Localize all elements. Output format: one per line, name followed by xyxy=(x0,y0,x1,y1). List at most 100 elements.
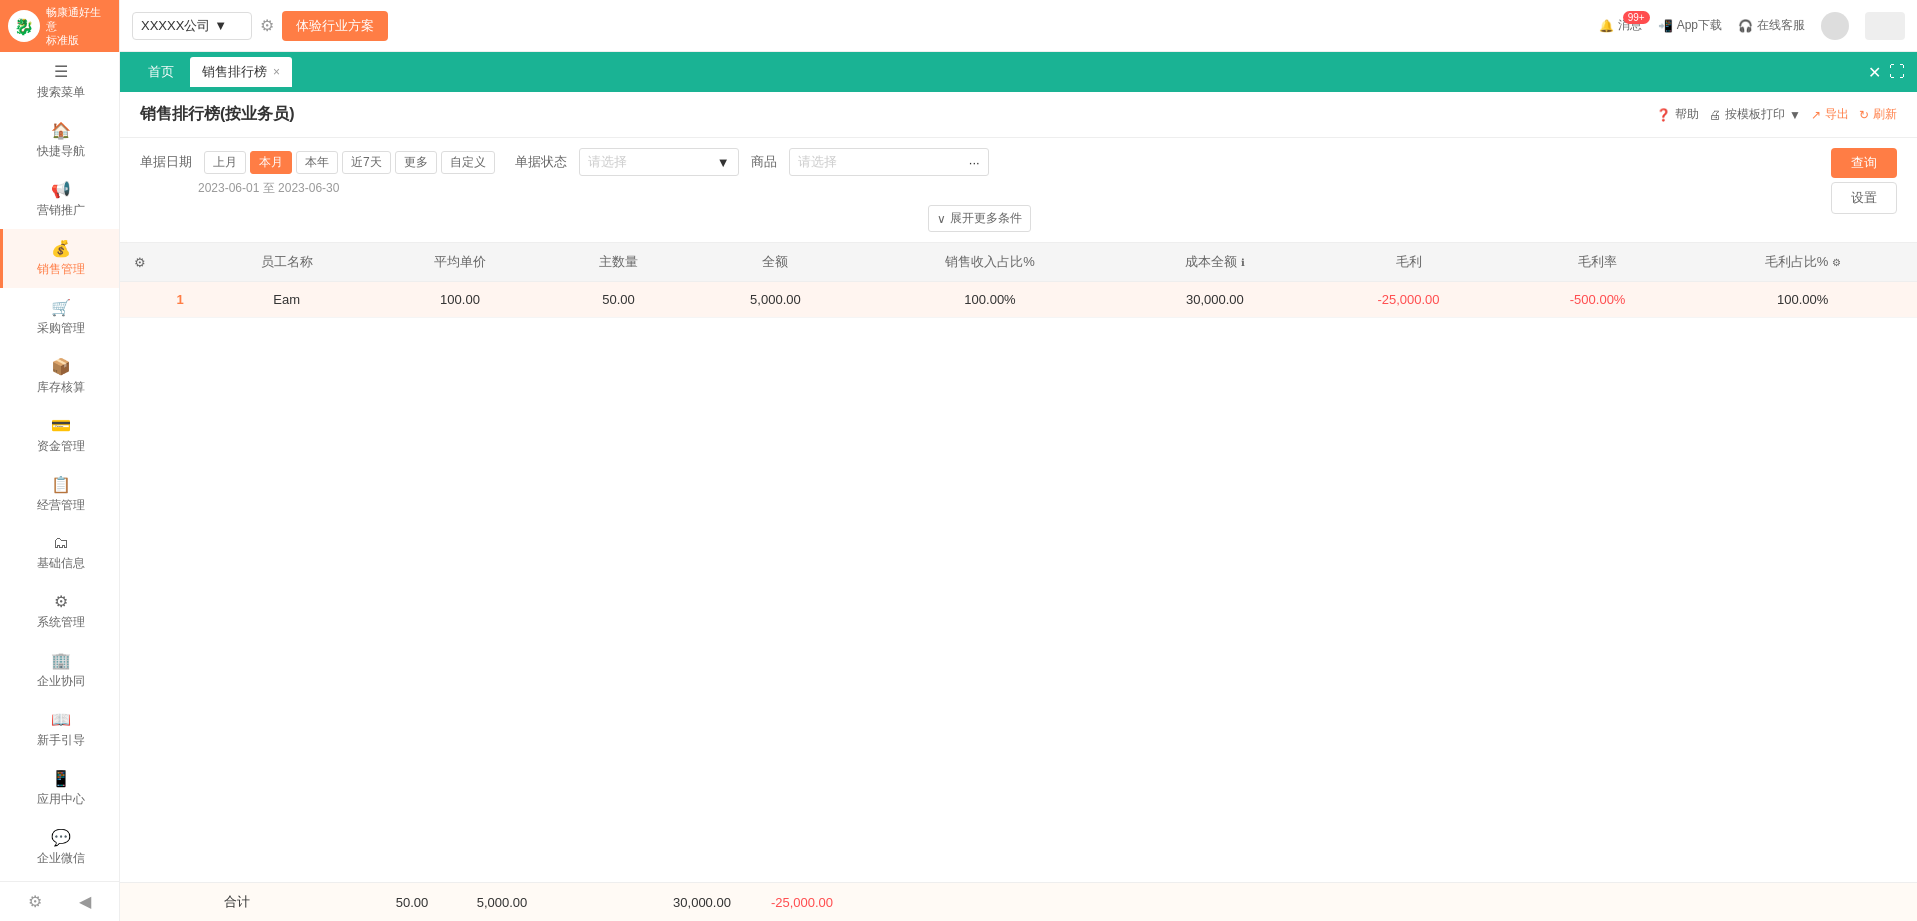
user-name xyxy=(1865,12,1905,40)
sales-ranking-table: ⚙ 员工名称 平均单价 主数量 全额 销售收入占比% 成本全额 ℹ 毛利 毛利率… xyxy=(120,243,1917,318)
more-date-btn[interactable]: 更多 xyxy=(395,151,437,174)
close-window-button[interactable]: ✕ xyxy=(1868,63,1881,82)
data-table-area: ⚙ 员工名称 平均单价 主数量 全额 销售收入占比% 成本全额 ℹ 毛利 毛利率… xyxy=(120,243,1917,882)
sidebar-item-enterprise[interactable]: 🏢 企业协同 xyxy=(0,641,119,700)
refresh-icon: ↻ xyxy=(1859,108,1869,122)
sidebar-item-finance[interactable]: 💳 资金管理 xyxy=(0,406,119,465)
date-range-display: 2023-06-01 至 2023-06-30 xyxy=(198,181,339,195)
row-gross-rate: -500.00% xyxy=(1507,282,1689,318)
guide-icon: 📖 xyxy=(51,710,71,729)
app-download-link[interactable]: 📲 App下载 xyxy=(1658,17,1722,34)
expand-more-button[interactable]: ∨ 展开更多条件 xyxy=(928,205,1031,232)
app-center-icon: 📱 xyxy=(51,769,71,788)
sidebar-item-sales[interactable]: 💰 销售管理 xyxy=(0,229,119,288)
refresh-action[interactable]: ↻ 刷新 xyxy=(1859,106,1897,123)
row-settings xyxy=(120,282,160,318)
filter-row-1: 单据日期 上月 本月 本年 近7天 更多 自定义 单据状态 请选择 ▼ xyxy=(140,148,1819,176)
page-title: 销售排行榜(按业务员) xyxy=(140,104,295,125)
row-rank: 1 xyxy=(160,282,200,318)
sidebar-item-basic-info[interactable]: 🗂 基础信息 xyxy=(0,524,119,582)
page-header: 销售排行榜(按业务员) ❓ 帮助 🖨 按模板打印 ▼ ↗ 导出 ↻ 刷新 xyxy=(120,92,1917,138)
tab-sales-ranking[interactable]: 销售排行榜 × xyxy=(190,57,292,87)
sidebar: 🐉 畅康通好生意 标准版 ☰ 搜索菜单 🏠 快捷导航 📢 营销推广 💰 销售管理… xyxy=(0,0,120,921)
page-actions: ❓ 帮助 🖨 按模板打印 ▼ ↗ 导出 ↻ 刷新 xyxy=(1656,106,1897,123)
home-icon: 🏠 xyxy=(51,121,71,140)
search-button[interactable]: 查询 xyxy=(1831,148,1897,178)
goods-more-icon: ··· xyxy=(969,155,980,170)
maximize-window-button[interactable]: ⛶ xyxy=(1889,63,1905,82)
sidebar-item-wechat[interactable]: 💬 企业微信 xyxy=(0,818,119,877)
operations-icon: 📋 xyxy=(51,475,71,494)
goods-selector[interactable]: 请选择 ··· xyxy=(789,148,989,176)
sidebar-nav: ☰ 搜索菜单 🏠 快捷导航 📢 营销推广 💰 销售管理 🛒 采购管理 📦 库存核… xyxy=(0,52,119,881)
sidebar-item-app-center[interactable]: 📱 应用中心 xyxy=(0,759,119,818)
settings-icon[interactable]: ⚙ xyxy=(260,16,274,35)
wechat-icon: 💬 xyxy=(51,828,71,847)
filter-actions: 查询 设置 xyxy=(1831,148,1897,214)
this-year-btn[interactable]: 本年 xyxy=(296,151,338,174)
collapse-sidebar-icon[interactable]: ◀ xyxy=(79,892,91,911)
sidebar-item-operations[interactable]: 📋 经营管理 xyxy=(0,465,119,524)
top-right-actions: 🔔 消息 99+ 📲 App下载 🎧 在线客服 xyxy=(1599,12,1905,40)
inventory-icon: 📦 xyxy=(51,357,71,376)
basic-info-icon: 🗂 xyxy=(53,534,69,552)
col-rank xyxy=(160,243,200,282)
print-dropdown-icon: ▼ xyxy=(1789,108,1801,122)
sidebar-item-purchase[interactable]: 🛒 采购管理 xyxy=(0,288,119,347)
global-settings-icon[interactable]: ⚙ xyxy=(28,892,42,911)
app-logo-icon: 🐉 xyxy=(8,10,40,42)
main-area: XXXXX公司 ▼ ⚙ 体验行业方案 🔔 消息 99+ 📲 App下载 🎧 在线… xyxy=(120,0,1917,921)
status-selector[interactable]: 请选择 ▼ xyxy=(579,148,739,176)
sales-icon: 💰 xyxy=(51,239,71,258)
sidebar-item-quick-nav[interactable]: 🏠 快捷导航 xyxy=(0,111,119,170)
export-action[interactable]: ↗ 导出 xyxy=(1811,106,1849,123)
this-month-btn[interactable]: 本月 xyxy=(250,151,292,174)
marketing-icon: 📢 xyxy=(51,180,71,199)
date-label: 单据日期 xyxy=(140,153,192,171)
col-sales-ratio: 销售收入占比% xyxy=(861,243,1120,282)
last-7-days-btn[interactable]: 近7天 xyxy=(342,151,391,174)
trial-button[interactable]: 体验行业方案 xyxy=(282,11,388,41)
bell-icon: 🔔 xyxy=(1599,19,1614,33)
date-buttons: 上月 本月 本年 近7天 更多 自定义 xyxy=(204,151,495,174)
user-avatar[interactable] xyxy=(1821,12,1849,40)
sidebar-item-marketing[interactable]: 📢 营销推广 xyxy=(0,170,119,229)
download-icon: 📲 xyxy=(1658,19,1673,33)
gross-ratio-info-icon[interactable]: ⚙ xyxy=(1832,257,1841,268)
col-gross-ratio: 毛利占比% ⚙ xyxy=(1688,243,1917,282)
export-icon: ↗ xyxy=(1811,108,1821,122)
row-cost: 30,000.00 xyxy=(1120,282,1311,318)
sidebar-item-system[interactable]: ⚙ 系统管理 xyxy=(0,582,119,641)
cost-info-icon[interactable]: ℹ xyxy=(1241,257,1245,268)
tab-home[interactable]: 首页 xyxy=(132,55,190,89)
company-selector[interactable]: XXXXX公司 ▼ xyxy=(132,12,252,40)
system-icon: ⚙ xyxy=(54,592,68,611)
expand-more-row: ∨ 展开更多条件 xyxy=(140,205,1819,232)
col-gross-rate: 毛利率 xyxy=(1507,243,1689,282)
tab-bar: 首页 销售排行榜 × ✕ ⛶ xyxy=(120,52,1917,92)
status-label: 单据状态 xyxy=(515,153,567,171)
sidebar-item-inventory[interactable]: 📦 库存核算 xyxy=(0,347,119,406)
sidebar-item-search[interactable]: ☰ 搜索菜单 xyxy=(0,52,119,111)
footer-qty: 50.00 xyxy=(372,895,452,910)
col-amount: 全额 xyxy=(690,243,860,282)
print-action[interactable]: 🖨 按模板打印 ▼ xyxy=(1709,106,1801,123)
filter-bar: 单据日期 上月 本月 本年 近7天 更多 自定义 单据状态 请选择 ▼ xyxy=(120,138,1917,243)
filter-settings-button[interactable]: 设置 xyxy=(1831,182,1897,214)
row-employee: Eam xyxy=(200,282,373,318)
notification-area[interactable]: 🔔 消息 99+ xyxy=(1599,17,1642,34)
table-footer: 合计 50.00 5,000.00 30,000.00 -25,000.00 xyxy=(120,882,1917,921)
purchase-icon: 🛒 xyxy=(51,298,71,317)
row-amount: 5,000.00 xyxy=(690,282,860,318)
last-month-btn[interactable]: 上月 xyxy=(204,151,246,174)
status-dropdown-icon: ▼ xyxy=(717,155,730,170)
custom-date-btn[interactable]: 自定义 xyxy=(441,151,495,174)
tab-close-icon[interactable]: × xyxy=(273,65,280,79)
headset-icon: 🎧 xyxy=(1738,19,1753,33)
help-action[interactable]: ❓ 帮助 xyxy=(1656,106,1699,123)
online-service-link[interactable]: 🎧 在线客服 xyxy=(1738,17,1805,34)
col-settings[interactable]: ⚙ xyxy=(120,243,160,282)
footer-amount: 5,000.00 xyxy=(452,895,552,910)
finance-icon: 💳 xyxy=(51,416,71,435)
sidebar-item-guide[interactable]: 📖 新手引导 xyxy=(0,700,119,759)
